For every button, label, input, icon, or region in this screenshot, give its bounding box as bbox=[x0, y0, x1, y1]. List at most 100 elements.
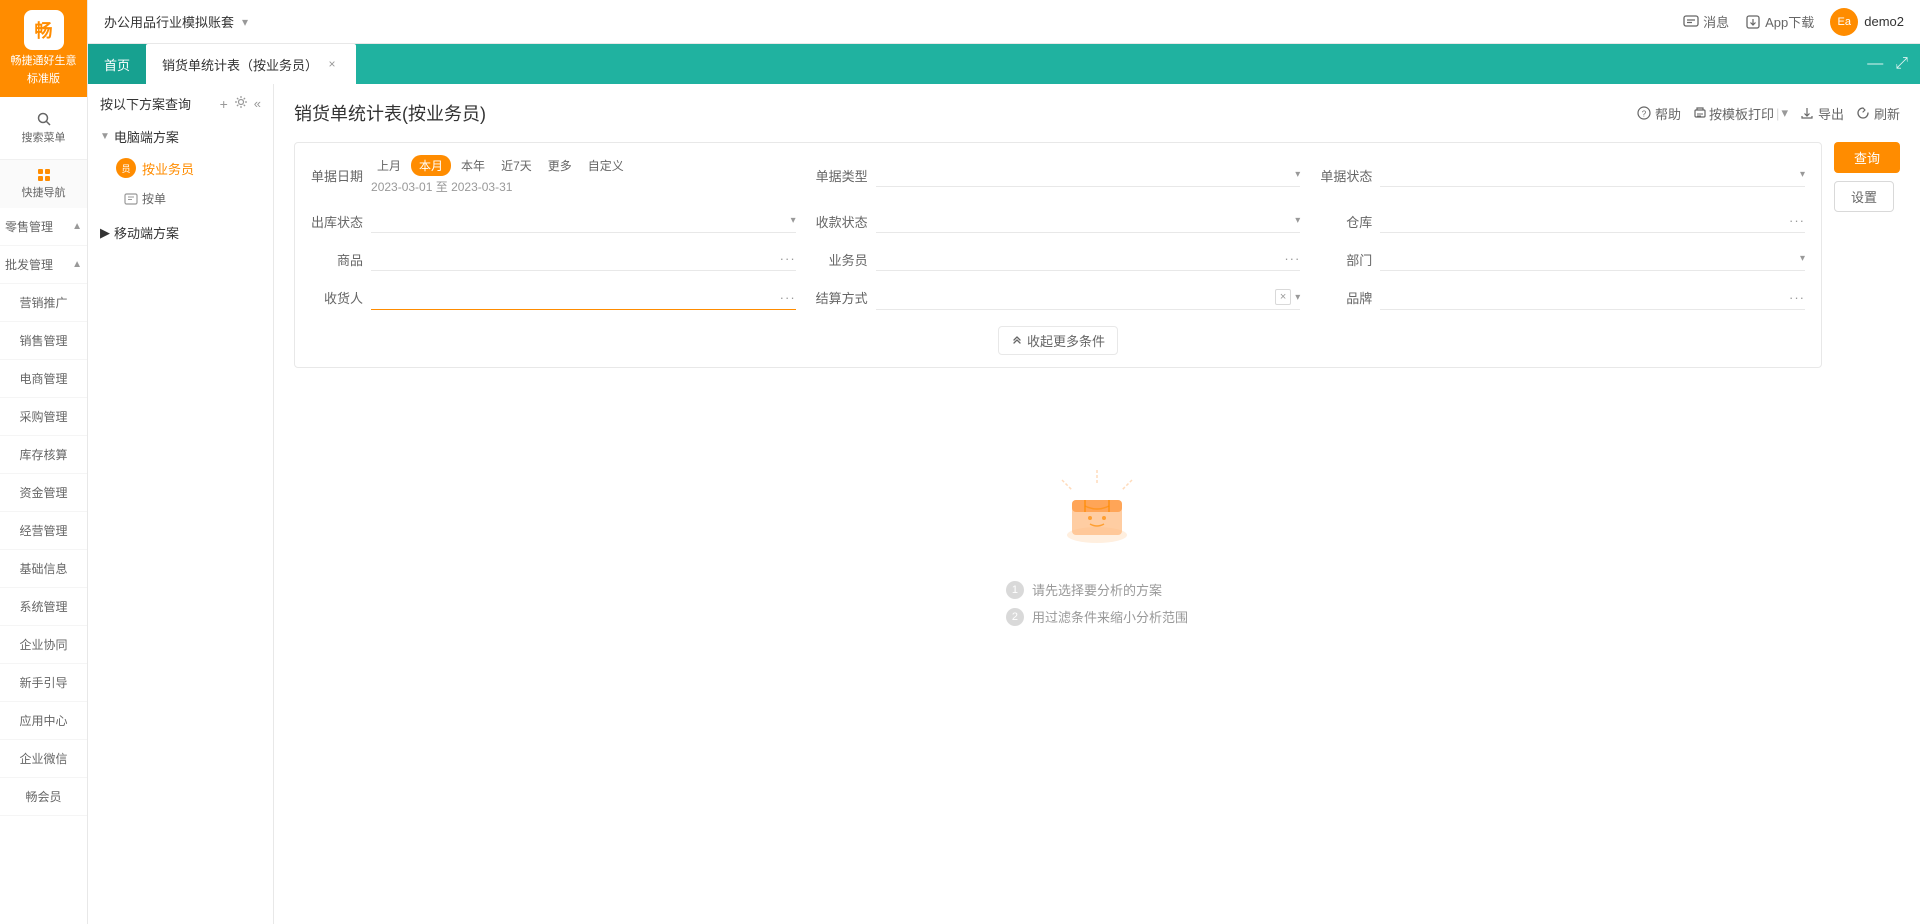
receipt-status-dropdown-icon[interactable]: ▾ bbox=[1295, 215, 1300, 226]
query-button[interactable]: 查询 bbox=[1834, 142, 1900, 173]
scheme-group-desktop-label: 电脑端方案 bbox=[114, 127, 179, 146]
date-control: 上月 本月 本年 近7天 更多 自定义 2023-03-01 至 2023-03… bbox=[371, 155, 796, 195]
message-button[interactable]: 消息 bbox=[1683, 12, 1729, 31]
consignee-dots-icon[interactable]: ··· bbox=[780, 290, 796, 305]
print-dropdown-arrow[interactable]: ▾ bbox=[1781, 105, 1788, 121]
doc-type-input[interactable] bbox=[876, 167, 1296, 182]
product-input[interactable] bbox=[371, 251, 780, 266]
date-tab-this-month[interactable]: 本月 bbox=[411, 155, 451, 176]
filter-and-btn: 单据日期 上月 本月 本年 近7天 更多 自定义 bbox=[294, 142, 1900, 380]
doc-status-label: 单据状态 bbox=[1320, 166, 1372, 185]
salesperson-input[interactable] bbox=[876, 251, 1285, 266]
filter-warehouse-item: 仓库 ··· bbox=[1320, 209, 1805, 233]
sidebar-item-member[interactable]: 畅会员 bbox=[0, 778, 87, 816]
add-scheme-button[interactable]: + bbox=[220, 96, 228, 112]
filter-main: 单据日期 上月 本月 本年 近7天 更多 自定义 bbox=[294, 142, 1822, 380]
search-menu-button[interactable]: 搜索菜单 bbox=[5, 105, 82, 151]
receipt-status-input[interactable] bbox=[876, 213, 1296, 228]
product-label: 商品 bbox=[311, 250, 363, 269]
payment-x-icon[interactable]: × bbox=[1275, 289, 1291, 305]
collapse-button[interactable]: 收起更多条件 bbox=[998, 326, 1118, 355]
print-button[interactable]: 按模板打印 | ▾ bbox=[1693, 104, 1788, 123]
sidebar-item-sales[interactable]: 销售管理 bbox=[0, 322, 87, 360]
sidebar-item-purchase[interactable]: 采购管理 bbox=[0, 398, 87, 436]
tab-sales-stats[interactable]: 销货单统计表（按业务员） × bbox=[146, 44, 356, 84]
tab-home[interactable]: 首页 bbox=[88, 44, 146, 84]
sidebar-item-newbie[interactable]: 新手引导 bbox=[0, 664, 87, 702]
sidebar-item-marketing[interactable]: 营销推广 bbox=[0, 284, 87, 322]
dept-input[interactable] bbox=[1380, 251, 1800, 266]
sidebar-item-finance[interactable]: 资金管理 bbox=[0, 474, 87, 512]
scheme-settings-button[interactable] bbox=[234, 95, 248, 112]
sidebar-item-apps[interactable]: 应用中心 bbox=[0, 702, 87, 740]
help-button[interactable]: ? 帮助 bbox=[1637, 104, 1681, 123]
brand-input[interactable] bbox=[1380, 290, 1789, 305]
sidebar-item-retail[interactable]: 零售管理 ▲ bbox=[0, 208, 87, 246]
date-tab-last-month[interactable]: 上月 bbox=[371, 155, 407, 176]
export-label: 导出 bbox=[1818, 104, 1844, 123]
scheme-group-mobile-header[interactable]: ▶ 移动端方案 bbox=[88, 217, 273, 248]
filter-out-status-item: 出库状态 ▾ bbox=[311, 209, 796, 233]
sidebar-item-operations[interactable]: 经营管理 bbox=[0, 512, 87, 550]
sidebar-logo[interactable]: 畅 畅捷通好生意 标准版 bbox=[0, 0, 87, 97]
doc-status-dropdown-icon[interactable]: ▾ bbox=[1800, 169, 1805, 180]
out-status-dropdown-icon[interactable]: ▾ bbox=[791, 215, 796, 226]
scheme-group-arrow: ▼ bbox=[100, 131, 110, 142]
brand-dots-icon[interactable]: ··· bbox=[1789, 290, 1805, 305]
scheme-item-order-label: 按单 bbox=[142, 190, 166, 207]
page-title-text: 销货单统计表(按业务员) bbox=[294, 100, 486, 126]
tab-close-icon[interactable]: × bbox=[324, 56, 340, 72]
tab-minimize-button[interactable]: — bbox=[1863, 51, 1887, 77]
sidebar-item-wholesale[interactable]: 批发管理 ▲ bbox=[0, 246, 87, 284]
tab-maximize-button[interactable]: ⤢ bbox=[1891, 51, 1912, 77]
finance-label: 资金管理 bbox=[19, 484, 67, 501]
scheme-item-by-order[interactable]: 按单 bbox=[88, 184, 273, 213]
sidebar-item-inventory[interactable]: 库存核算 bbox=[0, 436, 87, 474]
dept-dropdown-icon[interactable]: ▾ bbox=[1800, 253, 1805, 264]
wechat-label: 企业微信 bbox=[19, 750, 67, 767]
payment-input[interactable] bbox=[876, 290, 1275, 305]
date-tabs: 上月 本月 本年 近7天 更多 自定义 bbox=[371, 155, 796, 176]
warehouse-input[interactable] bbox=[1380, 213, 1789, 228]
payment-dropdown-icon[interactable]: ▾ bbox=[1295, 292, 1300, 303]
empty-tip-num-1: 1 bbox=[1006, 581, 1024, 599]
collapse-panel-button[interactable]: « bbox=[254, 96, 261, 111]
date-tab-custom[interactable]: 自定义 bbox=[582, 155, 630, 176]
logo-subtitle: 标准版 bbox=[27, 72, 60, 86]
sidebar-item-basic[interactable]: 基础信息 bbox=[0, 550, 87, 588]
sidebar-item-system[interactable]: 系统管理 bbox=[0, 588, 87, 626]
product-dots-icon[interactable]: ··· bbox=[780, 251, 796, 266]
sidebar-item-wechat[interactable]: 企业微信 bbox=[0, 740, 87, 778]
main-container: 办公用品行业模拟账套 ▾ 消息 App下载 Ea bbox=[88, 0, 1920, 924]
date-tab-more[interactable]: 更多 bbox=[542, 155, 578, 176]
doc-type-control: ▾ bbox=[876, 163, 1301, 187]
app-download-button[interactable]: App下载 bbox=[1745, 12, 1814, 31]
receipt-status-label: 收款状态 bbox=[816, 212, 868, 231]
scheme-item-by-salesperson[interactable]: 员 按业务员 bbox=[88, 152, 273, 184]
refresh-label: 刷新 bbox=[1874, 104, 1900, 123]
search-icon bbox=[36, 111, 52, 127]
date-tab-7days[interactable]: 近7天 bbox=[495, 155, 538, 176]
refresh-button[interactable]: 刷新 bbox=[1856, 104, 1900, 123]
doc-status-input[interactable] bbox=[1380, 167, 1800, 182]
left-panel: 按以下方案查询 + « ▼ 电脑端方案 bbox=[88, 84, 274, 924]
date-tab-this-year[interactable]: 本年 bbox=[455, 155, 491, 176]
doc-type-dropdown-icon[interactable]: ▾ bbox=[1295, 169, 1300, 180]
sidebar-item-enterprise[interactable]: 企业协同 bbox=[0, 626, 87, 664]
settings-button[interactable]: 设置 bbox=[1834, 181, 1894, 212]
warehouse-control: ··· bbox=[1380, 209, 1805, 233]
newbie-label: 新手引导 bbox=[19, 674, 67, 691]
topbar-dropdown-icon[interactable]: ▾ bbox=[242, 15, 248, 29]
out-status-input[interactable] bbox=[371, 213, 791, 228]
doc-type-label: 单据类型 bbox=[816, 166, 868, 185]
user-profile-button[interactable]: Ea demo2 bbox=[1830, 8, 1904, 36]
sidebar-item-ecommerce[interactable]: 电商管理 bbox=[0, 360, 87, 398]
consignee-input[interactable] bbox=[371, 290, 780, 305]
retail-arrow: ▲ bbox=[72, 221, 82, 232]
quick-nav-button[interactable]: 快捷导航 bbox=[0, 160, 87, 208]
scheme-group-desktop-header[interactable]: ▼ 电脑端方案 bbox=[88, 121, 273, 152]
export-button[interactable]: 导出 bbox=[1800, 104, 1844, 123]
print-label: 按模板打印 bbox=[1709, 104, 1774, 123]
salesperson-dots-icon[interactable]: ··· bbox=[1284, 251, 1300, 266]
warehouse-dots-icon[interactable]: ··· bbox=[1789, 213, 1805, 228]
